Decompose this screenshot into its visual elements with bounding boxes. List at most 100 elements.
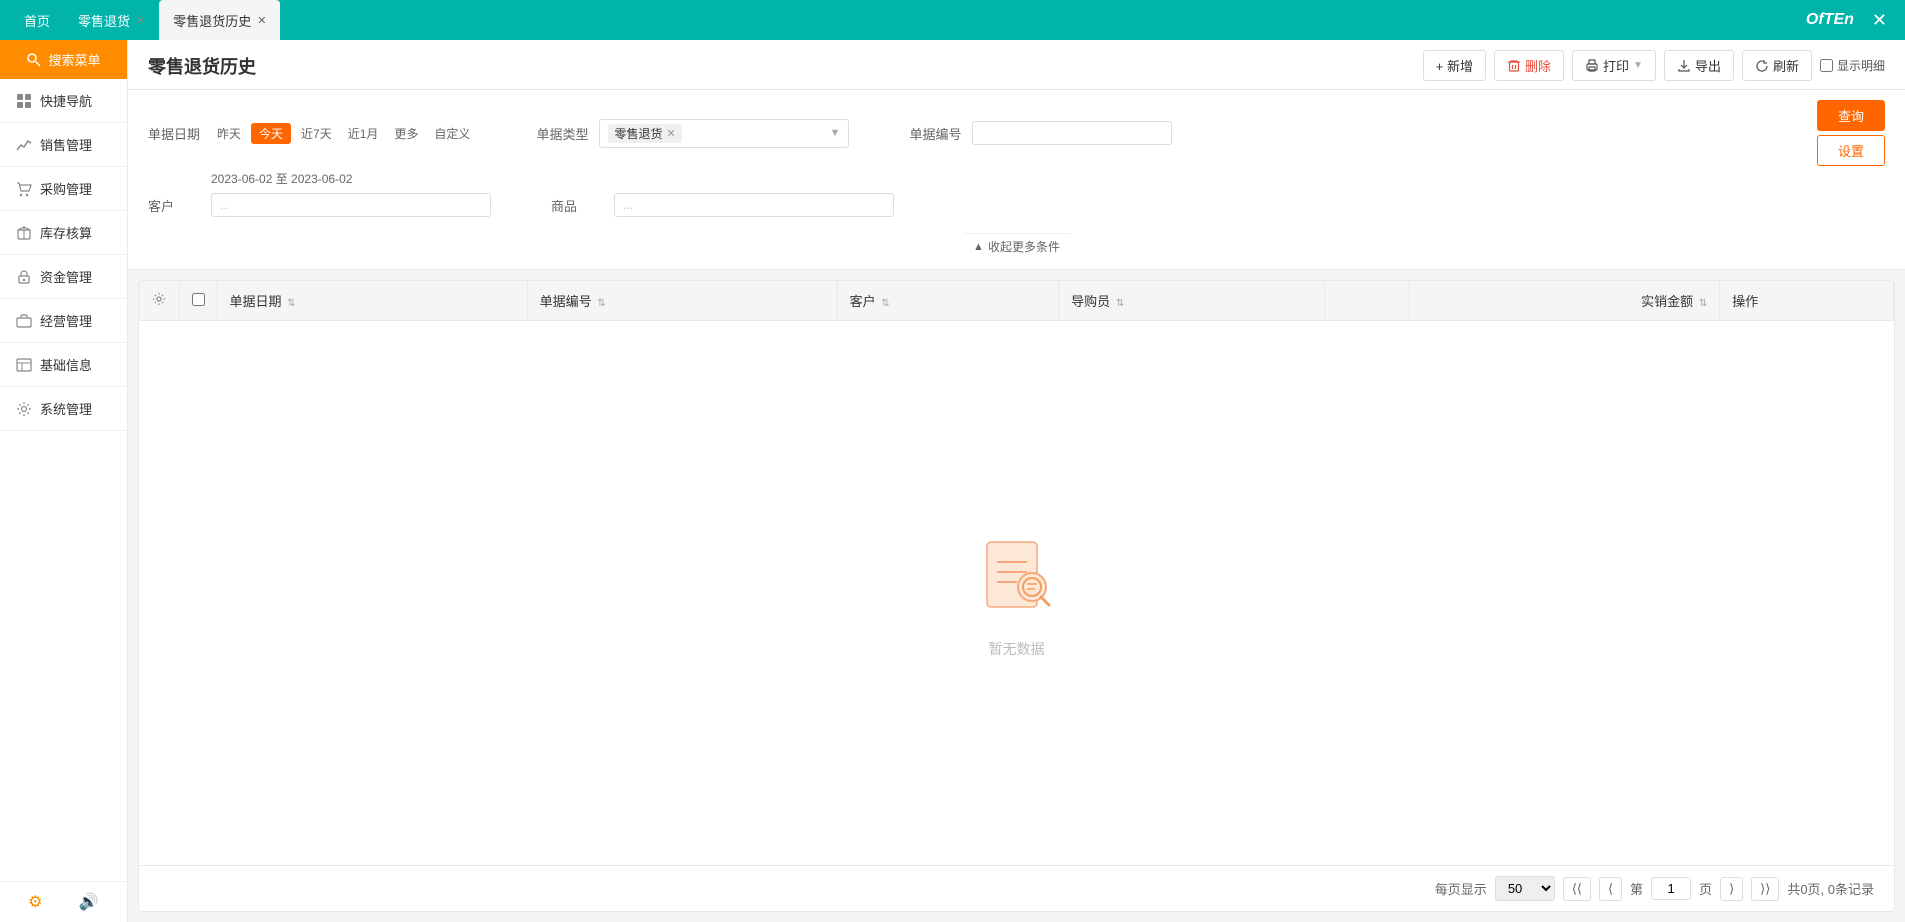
sidebar-item-sales-mgmt-label: 销售管理 [40,135,92,154]
sidebar-item-purchase-mgmt[interactable]: 采购管理 [0,167,127,211]
chart-icon [16,137,32,153]
date-btn-yesterday[interactable]: 昨天 [211,123,247,144]
sidebar-item-purchase-mgmt-label: 采购管理 [40,179,92,198]
filter-type-tag: 零售退货 ✕ [608,124,681,143]
th-date-sort: ⇅ [287,298,295,309]
date-btn-custom[interactable]: 自定义 [428,123,476,144]
filter-customer-placeholder: ... [220,198,230,212]
print-btn[interactable]: 打印 ▼ [1572,50,1656,81]
th-amount[interactable]: 实销金额 ⇅ [1410,281,1720,321]
display-detail-input[interactable] [1820,59,1833,72]
sidebar-item-finance[interactable]: 资金管理 [0,255,127,299]
export-btn[interactable]: 导出 [1664,50,1734,81]
sidebar-item-inventory-label: 库存核算 [40,223,92,242]
tab-home-label: 首页 [24,11,50,30]
display-detail-checkbox[interactable]: 显示明细 [1820,57,1885,74]
select-all-checkbox[interactable] [192,293,205,306]
tab-retail-return-history[interactable]: 零售退货历史 ✕ [159,0,280,40]
th-number[interactable]: 单据编号 ⇅ [527,281,837,321]
sidebar-item-base-info[interactable]: 基础信息 [0,343,127,387]
page-header-section: 零售退货历史 + 新增 [128,40,1905,90]
type-dropdown-arrow: ▼ [830,127,841,139]
filter-number-input[interactable] [972,121,1172,145]
grid-icon [16,93,32,109]
sidebar-item-sales-mgmt[interactable]: 销售管理 [0,123,127,167]
th-checkbox[interactable] [179,281,217,321]
pagination-page-input[interactable] [1651,877,1691,900]
pagination-bar: 每页显示 50 10 20 100 ⟨⟨ ⟨ 第 页 ⟩ ⟩⟩ 共0页, 0条记… [139,865,1894,911]
collapse-btn[interactable]: ▲ 收起更多条件 [963,233,1070,259]
settings-btn[interactable]: 设置 [1817,135,1885,166]
tab-retail-return-close[interactable]: ✕ [136,14,145,27]
briefcase-icon [16,313,32,329]
refresh-icon [1755,59,1769,73]
sidebar-item-operations[interactable]: 经营管理 [0,299,127,343]
th-number-sort: ⇅ [597,298,605,309]
query-btn[interactable]: 查询 [1817,100,1885,131]
th-amount-sort: ⇅ [1699,298,1707,309]
pagination-prev-btn[interactable]: ⟨ [1599,877,1622,901]
date-range-display: 2023-06-02 至 2023-06-02 [211,170,1885,187]
refresh-btn[interactable]: 刷新 [1742,50,1812,81]
sidebar-item-system-label: 系统管理 [40,399,92,418]
export-btn-label: 导出 [1695,56,1721,75]
sidebar-gear-btn[interactable]: ⚙ [28,892,42,912]
delete-btn[interactable]: 删除 [1494,50,1564,81]
sidebar-volume-btn[interactable]: 🔊 [79,892,99,912]
sidebar-item-quick-nav-label: 快捷导航 [40,91,92,110]
table-container: 单据日期 ⇅ 单据编号 ⇅ 客户 ⇅ [138,280,1895,912]
query-settings-group: 查询 设置 [1817,100,1885,166]
sidebar-item-finance-label: 资金管理 [40,267,92,286]
date-btn-today[interactable]: 今天 [251,123,291,144]
filter-goods-input[interactable]: ... [614,193,894,217]
pagination-page-label: 第 [1630,879,1643,898]
tab-retail-return[interactable]: 零售退货 ✕ [64,0,159,40]
filter-goods-item: 商品 ... [551,193,894,217]
add-btn[interactable]: + 新增 [1423,50,1486,81]
column-settings-icon [152,292,166,306]
th-customer-sort: ⇅ [881,298,889,309]
th-spacer [1324,281,1409,321]
tab-retail-return-history-label: 零售退货历史 [173,11,251,30]
th-customer[interactable]: 客户 ⇅ [837,281,1059,321]
filter-area: 单据日期 昨天 今天 近7天 近1月 更多 自定义 单据类型 [128,90,1905,270]
pagination-next-btn[interactable]: ⟩ [1720,877,1743,901]
lock-icon [16,269,32,285]
th-amount-label: 实销金额 [1641,294,1693,309]
filter-number-label: 单据编号 [909,124,964,143]
filter-type-label: 单据类型 [536,124,591,143]
filter-number-item: 单据编号 [909,121,1172,145]
content-area: 零售退货历史 + 新增 [128,40,1905,922]
tab-home[interactable]: 首页 [10,0,64,40]
date-range-value: 2023-06-02 至 2023-06-02 [211,172,352,186]
window-close-btn[interactable]: ✕ [1864,10,1895,31]
pagination-last-btn[interactable]: ⟩⟩ [1751,877,1779,901]
delete-btn-label: 删除 [1525,56,1551,75]
date-btn-1month[interactable]: 近1月 [342,123,385,144]
filter-goods-placeholder: ... [623,198,633,212]
pagination-first-btn[interactable]: ⟨⟨ [1563,877,1591,901]
filter-type-select[interactable]: 零售退货 ✕ ▼ [599,119,849,148]
settings-icon [16,401,32,417]
filter-row-1: 单据日期 昨天 今天 近7天 近1月 更多 自定义 单据类型 [148,100,1885,166]
sidebar-item-quick-nav[interactable]: 快捷导航 [0,79,127,123]
sidebar-item-inventory[interactable]: 库存核算 [0,211,127,255]
sidebar-search-label: 搜索菜单 [48,50,100,69]
th-guide[interactable]: 导购员 ⇅ [1059,281,1325,321]
th-date[interactable]: 单据日期 ⇅ [217,281,527,321]
table-icon [16,357,32,373]
sidebar-search-btn[interactable]: 搜索菜单 [0,40,127,79]
date-btn-more[interactable]: 更多 [388,123,424,144]
sidebar-item-base-info-label: 基础信息 [40,355,92,374]
sidebar-item-operations-label: 经营管理 [40,311,92,330]
empty-state: 暂无数据 [139,321,1894,865]
filter-goods-label: 商品 [551,196,606,215]
date-btn-7days[interactable]: 近7天 [295,123,338,144]
filter-customer-input[interactable]: ... [211,193,491,217]
th-settings[interactable] [139,281,179,321]
sidebar-item-system[interactable]: 系统管理 [0,387,127,431]
top-bar-right: OfTEn ✕ [1806,10,1895,31]
tab-retail-return-history-close[interactable]: ✕ [257,14,266,27]
page-size-select[interactable]: 50 10 20 100 [1495,876,1555,901]
filter-type-tag-close[interactable]: ✕ [666,127,675,140]
